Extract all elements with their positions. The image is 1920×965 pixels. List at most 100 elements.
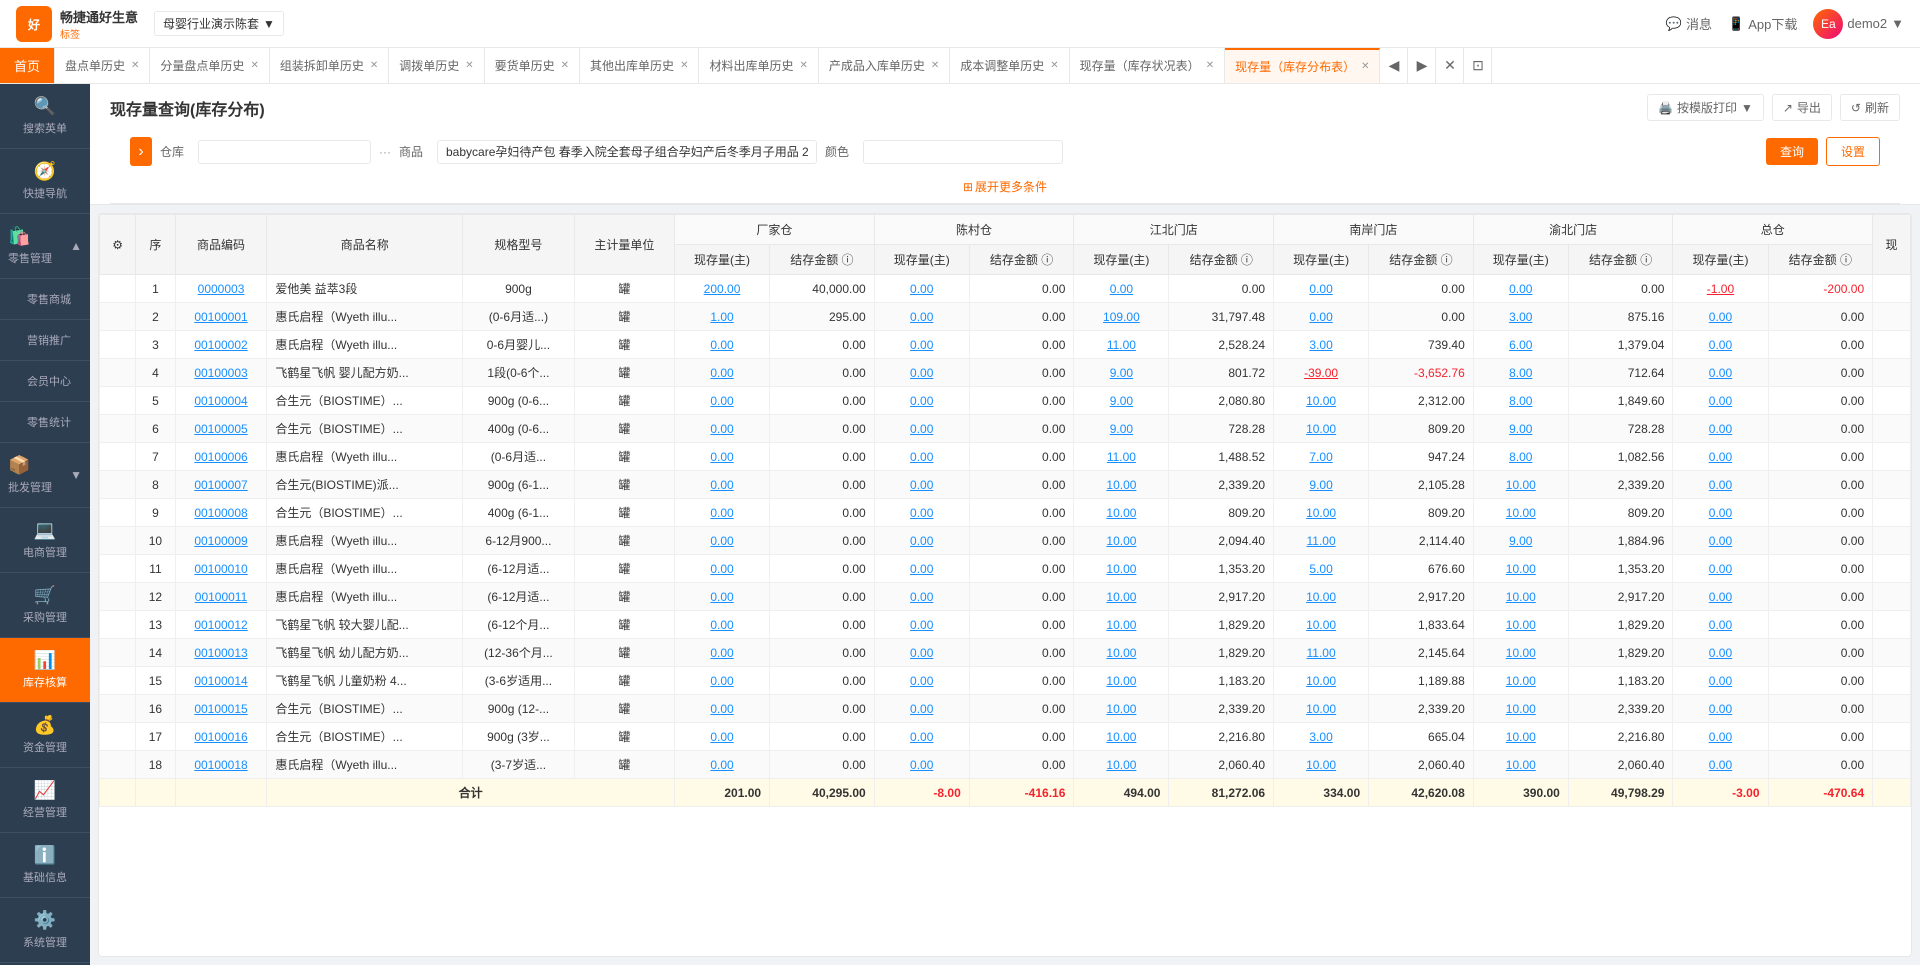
ecommerce-icon: 💻	[8, 520, 82, 541]
expand-icon: ⊞	[963, 180, 973, 194]
avatar: Ea	[1813, 9, 1843, 39]
tab-close-current-dist[interactable]: ✕	[1361, 61, 1369, 72]
tab-current-dist[interactable]: 现存量（库存分布表） ✕	[1225, 48, 1380, 83]
sidebar-item-retail-stats[interactable]: 零售统计	[0, 402, 90, 443]
refresh-btn[interactable]: ↺ 刷新	[1840, 94, 1900, 121]
col-factory-stock: 现存量(主)	[675, 245, 770, 275]
tab-other-out[interactable]: 其他出库单历史 ✕	[580, 48, 699, 83]
tab-close-current-status[interactable]: ✕	[1206, 60, 1214, 71]
table-row: 600100005合生元（BIOSTIME）...400g (0-6...罐0.…	[100, 415, 1911, 443]
summary-row: 合计201.0040,295.00-8.00-416.16494.0081,27…	[100, 779, 1911, 807]
sidebar-item-purchase[interactable]: 🛒 采购管理	[0, 573, 90, 638]
tab-requisition[interactable]: 要货单历史 ✕	[485, 48, 580, 83]
page-actions: 🖨️ 按模版打印 ▼ ↗ 导出 ↺ 刷新	[1647, 94, 1900, 121]
retail-icon: 🛍️	[8, 226, 52, 247]
finance-icon: 💰	[8, 715, 82, 736]
table-row: 200100001惠氏启程（Wyeth illu...(0-6月适...)罐1.…	[100, 303, 1911, 331]
sidebar-item-marketing[interactable]: 营销推广	[0, 320, 90, 361]
message-icon: 💬	[1666, 16, 1682, 32]
sidebar-item-operation[interactable]: 📈 经营管理	[0, 768, 90, 833]
top-right-actions: 💬 消息 📱 App下载 Ea demo2 ▼	[1666, 9, 1904, 39]
filter-row: › 仓库 ··· 商品 颜色 查询 设置	[110, 129, 1900, 174]
filter-trigger-btn[interactable]: ›	[130, 137, 152, 166]
col-total: 总仓	[1673, 215, 1873, 245]
message-btn[interactable]: 💬 消息	[1666, 14, 1712, 33]
tab-close-product-in[interactable]: ✕	[931, 60, 939, 71]
tab-product-in[interactable]: 产成品入库单历史 ✕	[819, 48, 950, 83]
tab-close-transfer[interactable]: ✕	[465, 60, 473, 71]
col-wh-nanan: 南岸门店	[1274, 215, 1474, 245]
col-factory-amount: 结存金额 ⓘ	[770, 245, 875, 275]
sidebar-item-wholesale[interactable]: 📦 批发管理 ▼	[0, 443, 90, 508]
tab-prev-btn[interactable]: ◀	[1380, 48, 1408, 83]
col-wh-chencun: 陈村仓	[874, 215, 1074, 245]
sidebar-item-system[interactable]: ⚙️ 系统管理	[0, 898, 90, 963]
color-label: 颜色	[825, 143, 855, 160]
expand-conditions-btn[interactable]: ⊞ 展开更多条件	[963, 178, 1047, 195]
color-input[interactable]	[863, 140, 1063, 164]
company-selector[interactable]: 母婴行业演示陈套 ▼	[154, 11, 284, 36]
app-download-btn[interactable]: 📱 App下载	[1728, 14, 1797, 33]
tab-home[interactable]: 首页	[0, 48, 55, 83]
col-wh-yubei: 渝北门店	[1473, 215, 1673, 245]
warehouse-input[interactable]	[198, 140, 371, 164]
table-row: 1700100016合生元（BIOSTIME）...900g (3岁...罐0.…	[100, 723, 1911, 751]
top-bar: 好 畅捷通好生意 标签 母婴行业演示陈套 ▼ 💬 消息 📱 App下载 Ea d…	[0, 0, 1920, 48]
sidebar-item-basic[interactable]: ℹ️ 基础信息	[0, 833, 90, 898]
download-icon: 📱	[1728, 16, 1744, 32]
sidebar-item-ecommerce[interactable]: 💻 电商管理	[0, 508, 90, 573]
goods-label: 商品	[399, 143, 429, 160]
tab-close-other-out[interactable]: ✕	[680, 60, 688, 71]
data-table-wrapper: ⚙ 序 商品编码 商品名称 规格型号 主计量单位 厂家仓 陈村仓 江北门店 南岸…	[98, 213, 1912, 957]
warehouse-more-icon[interactable]: ···	[379, 145, 391, 159]
col-unit: 主计量单位	[574, 215, 674, 275]
data-table: ⚙ 序 商品编码 商品名称 规格型号 主计量单位 厂家仓 陈村仓 江北门店 南岸…	[99, 214, 1911, 807]
col-wh-factory: 厂家仓	[675, 215, 875, 245]
tab-maximize-btn[interactable]: ⊡	[1464, 48, 1492, 83]
tab-cost-adjust[interactable]: 成本调整单历史 ✕	[950, 48, 1069, 83]
tab-close-branch[interactable]: ✕	[250, 60, 258, 71]
tab-inventory-count[interactable]: 盘点单历史 ✕	[55, 48, 150, 83]
page-title-row: 现存量查询(库存分布) 🖨️ 按模版打印 ▼ ↗ 导出 ↺ 刷新	[110, 94, 1900, 121]
table-row: 1500100014飞鹤星飞帆 儿童奶粉 4...(3-6岁适用...罐0.00…	[100, 667, 1911, 695]
goods-input[interactable]	[437, 140, 817, 164]
tab-close-all-btn[interactable]: ✕	[1436, 48, 1464, 83]
main-layout: 🔍 搜索英单 🧭 快捷导航 🛍️ 零售管理 ▲ 零售商城 营销推广 会员中心 零…	[0, 84, 1920, 965]
export-btn[interactable]: ↗ 导出	[1772, 94, 1832, 121]
sidebar-item-nav[interactable]: 🧭 快捷导航	[0, 149, 90, 214]
refresh-icon: ↺	[1851, 101, 1861, 115]
sidebar-item-member[interactable]: 会员中心	[0, 361, 90, 402]
sidebar-item-retail[interactable]: 🛍️ 零售管理 ▲	[0, 214, 90, 279]
tab-close-material-out[interactable]: ✕	[799, 60, 807, 71]
tab-branch-inventory[interactable]: 分量盘点单历史 ✕	[150, 48, 269, 83]
tab-close-requisition[interactable]: ✕	[561, 60, 569, 71]
tab-material-out[interactable]: 材料出库单历史 ✕	[699, 48, 818, 83]
sidebar-item-finance[interactable]: 💰 资金管理	[0, 703, 90, 768]
user-area[interactable]: Ea demo2 ▼	[1813, 9, 1904, 39]
tab-assembly[interactable]: 组装拆卸单历史 ✕	[270, 48, 389, 83]
tab-transfer[interactable]: 调拨单历史 ✕	[389, 48, 484, 83]
operation-icon: 📈	[8, 780, 82, 801]
nav-icon: 🧭	[8, 161, 82, 182]
table-row: 1100100010惠氏启程（Wyeth illu...(6-12月适...罐0…	[100, 555, 1911, 583]
tab-next-btn[interactable]: ▶	[1408, 48, 1436, 83]
print-icon: 🖨️	[1658, 101, 1673, 115]
print-btn[interactable]: 🖨️ 按模版打印 ▼	[1647, 94, 1764, 121]
table-row: 1300100012飞鹤星飞帆 较大婴儿配...(6-12个月...罐0.000…	[100, 611, 1911, 639]
svg-text:好: 好	[27, 17, 40, 32]
query-btn[interactable]: 查询	[1766, 138, 1818, 165]
tab-close-inventory-count[interactable]: ✕	[131, 60, 139, 71]
tab-close-assembly[interactable]: ✕	[370, 60, 378, 71]
tab-current-status[interactable]: 现存量（库存状况表） ✕	[1070, 48, 1225, 83]
export-icon: ↗	[1783, 101, 1793, 115]
inventory-icon: 📊	[8, 650, 82, 671]
sidebar-item-search[interactable]: 🔍 搜索英单	[0, 84, 90, 149]
sidebar-item-retail-shop[interactable]: 零售商城	[0, 279, 90, 320]
tab-close-cost-adjust[interactable]: ✕	[1050, 60, 1058, 71]
sidebar-item-inventory[interactable]: 📊 库存核算	[0, 638, 90, 703]
settings-btn[interactable]: 设置	[1826, 137, 1880, 166]
table-row: 10000003爱他美 益萃3段900g罐200.0040,000.000.00…	[100, 275, 1911, 303]
col-gear: ⚙	[100, 215, 136, 275]
warehouse-label: 仓库	[160, 143, 190, 160]
table-row: 1400100013飞鹤星飞帆 幼儿配方奶...(12-36个月...罐0.00…	[100, 639, 1911, 667]
